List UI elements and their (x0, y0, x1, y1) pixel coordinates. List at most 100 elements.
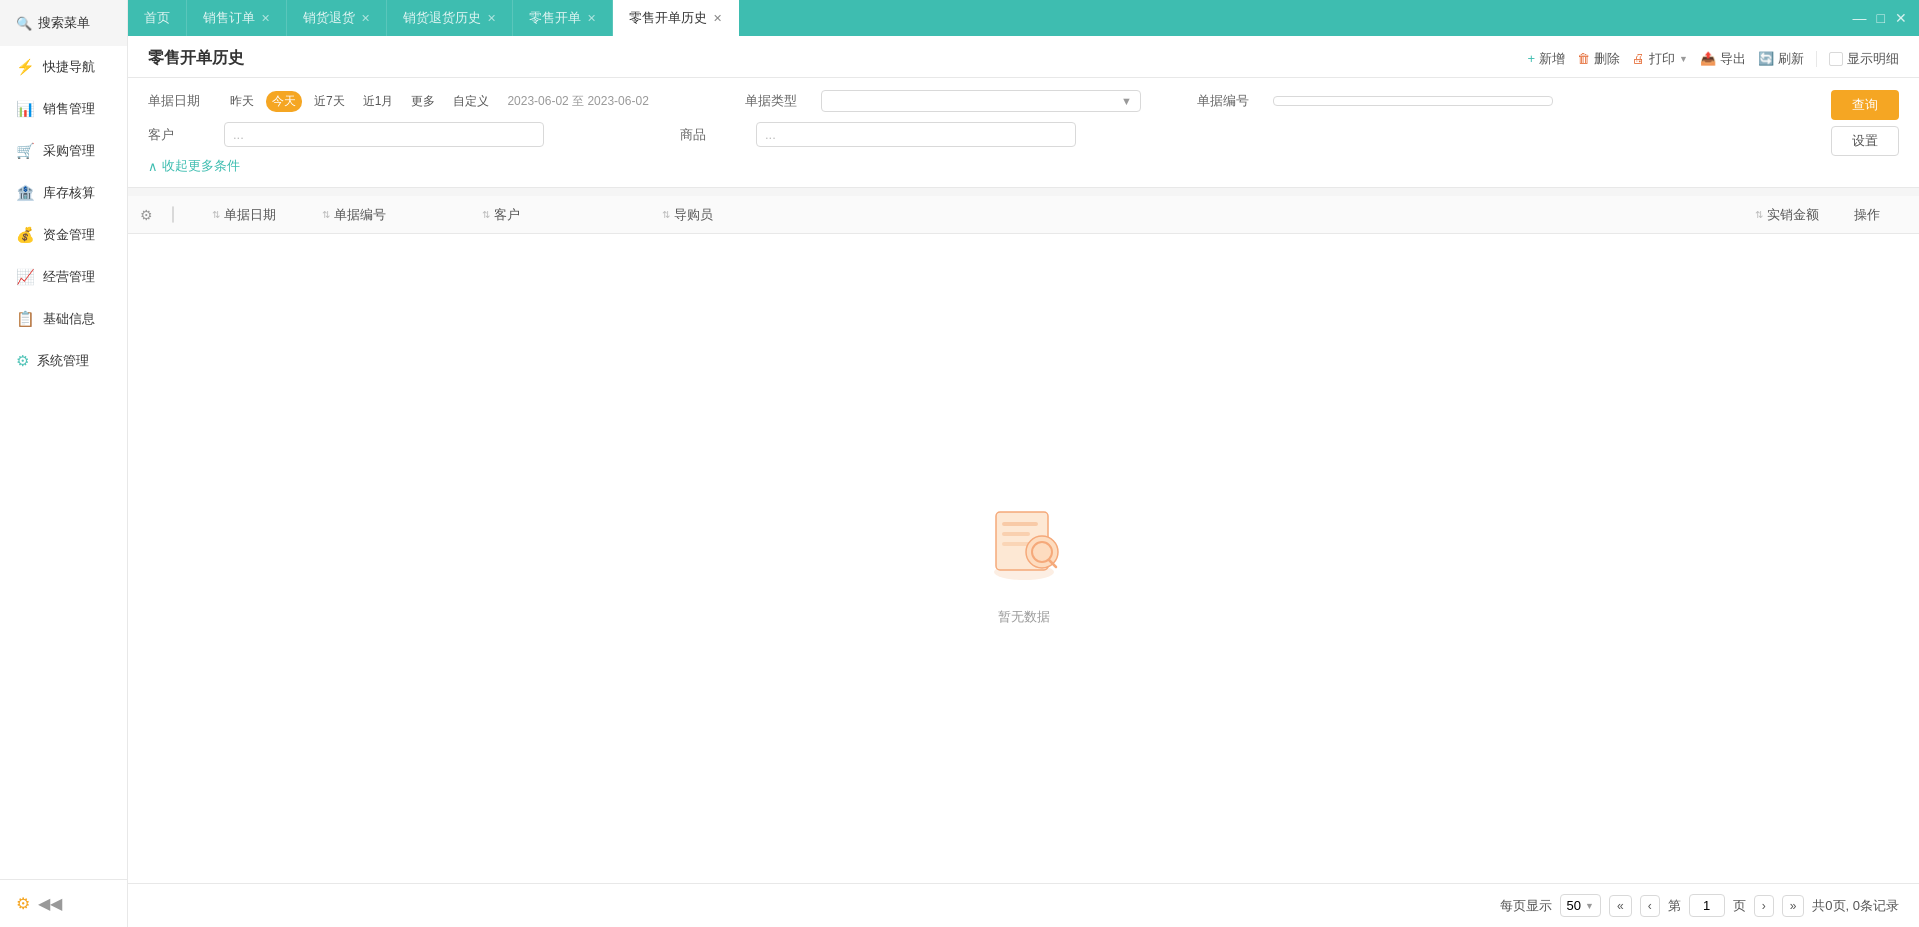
filter-settings-button[interactable]: 设置 (1831, 126, 1899, 156)
sidebar-search[interactable]: 🔍 搜索菜单 (0, 0, 127, 46)
display-detail-label: 显示明细 (1847, 50, 1899, 68)
tab-sales-order[interactable]: 销售订单 ✕ (187, 0, 287, 36)
order-num-label: 单据编号 (1197, 92, 1257, 110)
export-button[interactable]: 📤 导出 (1700, 50, 1746, 68)
operations-icon: 📈 (16, 268, 35, 286)
tab-sales-return-history-close[interactable]: ✕ (487, 12, 496, 25)
collapse-filter-btn[interactable]: ∧ 收起更多条件 (148, 157, 1815, 175)
purchase-mgmt-icon: 🛒 (16, 142, 35, 160)
tab-sales-return[interactable]: 销货退货 ✕ (287, 0, 387, 36)
tab-sales-return-history-label: 销货退货历史 (403, 9, 481, 27)
toolbar: + 新增 🗑 删除 🖨 打印 ▼ 📤 导出 🔄 (1527, 50, 1899, 68)
system-mgmt-icon: ⚙ (16, 352, 29, 370)
export-label: 导出 (1720, 50, 1746, 68)
close-btn[interactable]: ✕ (1895, 10, 1907, 26)
inventory-icon: 🏦 (16, 184, 35, 202)
sidebar-search-label: 搜索菜单 (38, 14, 90, 32)
filter-dates: 昨天 今天 近7天 近1月 更多 自定义 2023-06-02 至 2023-0… (224, 91, 649, 112)
next-page-btn[interactable]: › (1754, 895, 1774, 917)
page-header: 零售开单历史 + 新增 🗑 删除 🖨 打印 ▼ 📤 导出 (128, 36, 1919, 78)
add-button[interactable]: + 新增 (1527, 50, 1565, 68)
table-header: ⚙ ⇅ 单据日期 ⇅ 单据编号 ⇅ 客户 ⇅ 导购员 (128, 196, 1919, 234)
first-page-btn[interactable]: « (1609, 895, 1632, 917)
th-num: ⇅ 单据编号 (314, 206, 474, 224)
sidebar-item-label: 经营管理 (43, 268, 95, 286)
date-label: 单据日期 (148, 92, 208, 110)
per-page-select[interactable]: 50 ▼ (1560, 894, 1601, 917)
sidebar: 🔍 搜索菜单 ⚡ 快捷导航 📊 销售管理 🛒 采购管理 🏦 库存核算 💰 资金管… (0, 0, 128, 927)
print-button[interactable]: 🖨 打印 ▼ (1632, 50, 1688, 68)
date-btn-1month[interactable]: 近1月 (357, 91, 400, 112)
print-icon: 🖨 (1632, 51, 1645, 66)
tab-sales-order-close[interactable]: ✕ (261, 12, 270, 25)
collapse-label: 收起更多条件 (162, 157, 240, 175)
sidebar-item-inventory[interactable]: 🏦 库存核算 (0, 172, 127, 214)
sidebar-item-sales-mgmt[interactable]: 📊 销售管理 (0, 88, 127, 130)
sort-date-icon[interactable]: ⇅ (212, 209, 220, 220)
sidebar-item-basic-info[interactable]: 📋 基础信息 (0, 298, 127, 340)
customer-label: 客户 (148, 126, 208, 144)
page-number-input[interactable] (1689, 894, 1725, 917)
sort-customer-icon[interactable]: ⇅ (482, 209, 490, 220)
tab-retail-open-label: 零售开单 (529, 9, 581, 27)
svg-rect-2 (1002, 522, 1038, 526)
customer-input[interactable]: ... (224, 122, 544, 147)
prev-page-btn[interactable]: ‹ (1640, 895, 1660, 917)
th-salesperson: ⇅ 导购员 (654, 206, 774, 224)
collapse-sidebar-icon[interactable]: ◀◀ (38, 894, 62, 913)
tab-retail-open-history-close[interactable]: ✕ (713, 12, 722, 25)
tab-sales-return-history[interactable]: 销货退货历史 ✕ (387, 0, 513, 36)
order-type-select[interactable]: ▼ (821, 90, 1141, 112)
th-amount-label: 实销金额 (1767, 206, 1819, 224)
sidebar-item-finance[interactable]: 💰 资金管理 (0, 214, 127, 256)
date-btn-today[interactable]: 今天 (266, 91, 302, 112)
content-area: 零售开单历史 + 新增 🗑 删除 🖨 打印 ▼ 📤 导出 (128, 36, 1919, 927)
tab-retail-open-history[interactable]: 零售开单历史 ✕ (613, 0, 739, 36)
refresh-button[interactable]: 🔄 刷新 (1758, 50, 1804, 68)
print-label: 打印 (1649, 50, 1675, 68)
add-icon: + (1527, 51, 1535, 66)
select-all-checkbox-input[interactable] (172, 206, 174, 223)
minimize-btn[interactable]: — (1853, 10, 1867, 26)
date-btn-7days[interactable]: 近7天 (308, 91, 351, 112)
th-date-label: 单据日期 (224, 206, 276, 224)
per-page-value: 50 (1567, 898, 1581, 913)
th-amount: ⇅ 实销金额 (1727, 206, 1827, 224)
date-btn-custom[interactable]: 自定义 (447, 91, 495, 112)
date-btn-more[interactable]: 更多 (405, 91, 441, 112)
quick-nav-icon: ⚡ (16, 58, 35, 76)
sidebar-item-operations[interactable]: 📈 经营管理 (0, 256, 127, 298)
settings-icon[interactable]: ⚙ (16, 894, 30, 913)
per-page-label: 每页显示 (1500, 897, 1552, 915)
query-button[interactable]: 查询 (1831, 90, 1899, 120)
sidebar-footer: ⚙ ◀◀ (0, 879, 127, 927)
tab-home-label: 首页 (144, 9, 170, 27)
sidebar-item-quick-nav[interactable]: ⚡ 快捷导航 (0, 46, 127, 88)
print-arrow-icon: ▼ (1679, 54, 1688, 64)
sidebar-item-label: 资金管理 (43, 226, 95, 244)
delete-button[interactable]: 🗑 删除 (1577, 50, 1620, 68)
date-btn-yesterday[interactable]: 昨天 (224, 91, 260, 112)
display-detail-button[interactable]: 显示明细 (1829, 50, 1899, 68)
goods-input[interactable]: ... (756, 122, 1076, 147)
tab-retail-open[interactable]: 零售开单 ✕ (513, 0, 613, 36)
tab-sales-return-label: 销货退货 (303, 9, 355, 27)
sidebar-item-purchase-mgmt[interactable]: 🛒 采购管理 (0, 130, 127, 172)
sort-num-icon[interactable]: ⇅ (322, 209, 330, 220)
order-num-input[interactable] (1273, 96, 1553, 106)
tab-retail-open-close[interactable]: ✕ (587, 12, 596, 25)
delete-icon: 🗑 (1577, 51, 1590, 66)
sort-amount-icon[interactable]: ⇅ (1755, 209, 1763, 220)
th-action-label: 操作 (1854, 206, 1880, 224)
maximize-btn[interactable]: □ (1877, 10, 1885, 26)
filter-row-1: 单据日期 昨天 今天 近7天 近1月 更多 自定义 2023-06-02 至 2… (148, 90, 1815, 112)
order-type-arrow-icon: ▼ (1121, 95, 1132, 107)
tab-home[interactable]: 首页 (128, 0, 187, 36)
empty-state-icon (974, 492, 1074, 592)
select-all-checkbox[interactable] (172, 207, 204, 222)
last-page-btn[interactable]: » (1782, 895, 1805, 917)
sidebar-item-system-mgmt[interactable]: ⚙ 系统管理 (0, 340, 127, 382)
tab-sales-return-close[interactable]: ✕ (361, 12, 370, 25)
sort-salesperson-icon[interactable]: ⇅ (662, 209, 670, 220)
column-settings-icon[interactable]: ⚙ (140, 207, 172, 223)
